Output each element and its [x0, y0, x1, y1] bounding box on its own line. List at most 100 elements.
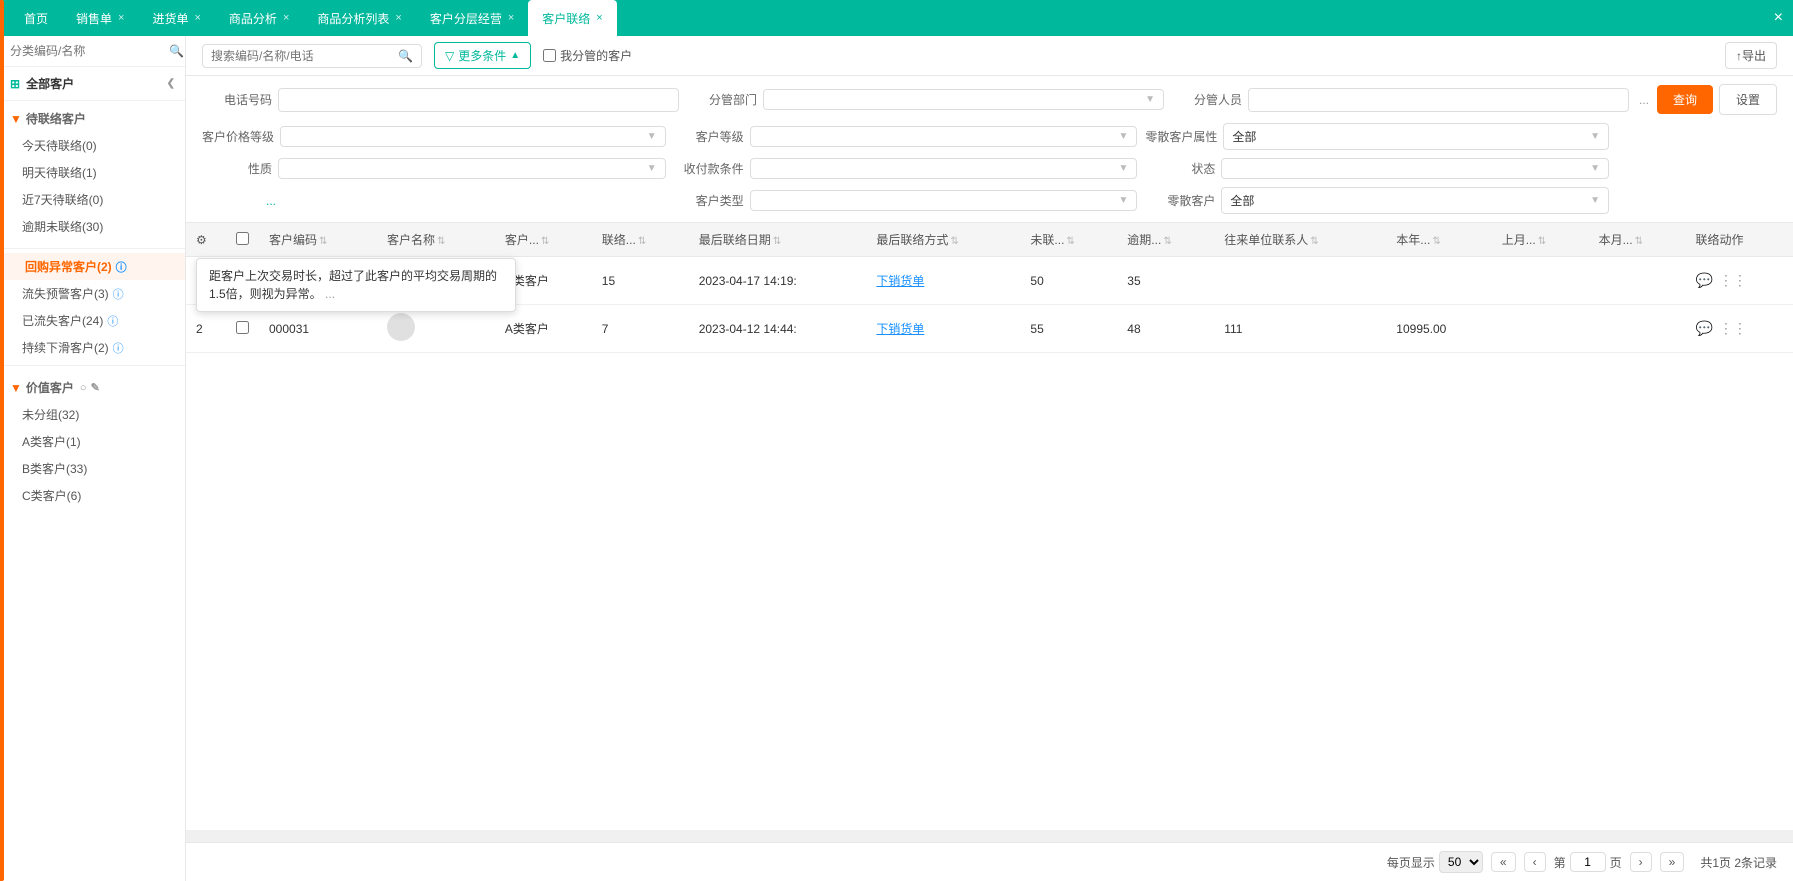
th-last-method[interactable]: 最后联络方式⇅: [866, 223, 1020, 257]
sidebar-item-churned[interactable]: 已流失客户(24) ⓘ: [0, 307, 185, 334]
td-last-method-1[interactable]: 下销货单: [866, 257, 1020, 305]
last-month-sort-icon[interactable]: ⇅: [1538, 236, 1546, 247]
contact-sort-icon[interactable]: ⇅: [638, 236, 646, 247]
overdue-sort-icon[interactable]: ⇅: [1163, 236, 1171, 247]
nav-sales[interactable]: 销售单 ×: [62, 0, 138, 36]
th-check[interactable]: [226, 223, 259, 257]
first-page-button[interactable]: «: [1491, 852, 1516, 872]
valor-edit-icon[interactable]: ○: [80, 382, 87, 394]
query-button[interactable]: 查询: [1657, 85, 1713, 114]
sidebar-item-7days[interactable]: 近7天待联络(0): [0, 186, 185, 213]
my-customers-checkbox[interactable]: [543, 49, 556, 62]
close-purchase-icon[interactable]: ×: [194, 12, 200, 24]
close-product-analysis-icon[interactable]: ×: [283, 12, 289, 24]
declining-info-icon[interactable]: ⓘ: [113, 340, 124, 356]
th-this-year[interactable]: 本年...⇅: [1386, 223, 1491, 257]
price-level-select[interactable]: ▼: [280, 126, 666, 147]
sidebar-item-class-c[interactable]: C类客户(6): [0, 482, 185, 509]
name-sort-icon[interactable]: ⇅: [437, 236, 445, 247]
more-conditions-button[interactable]: ▽ 更多条件 ▲: [434, 42, 531, 69]
last-page-button[interactable]: »: [1660, 852, 1685, 872]
scatter-customer-select[interactable]: 全部 ▼: [1221, 187, 1609, 214]
window-close-button[interactable]: ×: [1774, 9, 1783, 27]
page-number-input[interactable]: [1570, 852, 1606, 872]
close-customer-contact-icon[interactable]: ×: [596, 12, 602, 24]
th-unit-contact[interactable]: 往来单位联系人⇅: [1214, 223, 1386, 257]
action-more-icon-1[interactable]: ⋮⋮: [1719, 272, 1747, 289]
status-select[interactable]: ▼: [1221, 158, 1609, 179]
next-page-button[interactable]: ›: [1630, 852, 1652, 872]
sidebar-item-declining[interactable]: 持续下滑客户(2) ⓘ: [0, 334, 185, 361]
collapse-icon[interactable]: ❮: [167, 78, 175, 89]
action-more-icon-2[interactable]: ⋮⋮: [1719, 320, 1747, 337]
th-settings[interactable]: ⚙: [186, 223, 226, 257]
customer-type-select[interactable]: ▼: [750, 190, 1138, 211]
row4-dots[interactable]: ...: [206, 194, 276, 208]
sidebar-search-bar[interactable]: 🔍: [0, 36, 185, 67]
this-month-sort-icon[interactable]: ⇅: [1635, 236, 1643, 247]
this-year-sort-icon[interactable]: ⇅: [1432, 236, 1440, 247]
valor-group-title[interactable]: ▼ 价值客户 ○ ✎: [0, 374, 185, 401]
filter-search-icon[interactable]: 🔍: [398, 49, 413, 63]
select-all-checkbox[interactable]: [236, 232, 249, 245]
per-page-select[interactable]: 50: [1439, 851, 1483, 873]
customer-level-select[interactable]: ▼: [750, 126, 1138, 147]
close-sales-icon[interactable]: ×: [118, 12, 124, 24]
payment-select[interactable]: ▼: [750, 158, 1138, 179]
tooltip-dots[interactable]: ...: [325, 287, 335, 301]
sidebar-item-overdue[interactable]: 逾期未联络(30): [0, 213, 185, 240]
sidebar-item-today[interactable]: 今天待联络(0): [0, 132, 185, 159]
repurchase-info-icon[interactable]: ⓘ: [116, 259, 127, 275]
action-message-icon-2[interactable]: 💬: [1695, 320, 1712, 337]
valor-settings-icon[interactable]: ✎: [91, 381, 100, 394]
last-date-sort-icon[interactable]: ⇅: [773, 236, 781, 247]
th-contact[interactable]: 联络...⇅: [592, 223, 689, 257]
th-name[interactable]: 客户名称⇅: [377, 223, 495, 257]
th-unread[interactable]: 未联...⇅: [1020, 223, 1117, 257]
search-input[interactable]: [211, 49, 394, 63]
churned-info-icon[interactable]: ⓘ: [107, 313, 118, 329]
sidebar-item-class-a[interactable]: A类客户(1): [0, 428, 185, 455]
sidebar-item-unclassified[interactable]: 未分组(32): [0, 401, 185, 428]
table-settings-icon[interactable]: ⚙: [196, 233, 207, 247]
nav-customer-segments[interactable]: 客户分层经营 ×: [416, 0, 528, 36]
type-sort-icon[interactable]: ⇅: [541, 236, 549, 247]
td-last-method-2[interactable]: 下销货单: [866, 305, 1020, 353]
last-method-sort-icon[interactable]: ⇅: [950, 236, 958, 247]
pending-contact-group-title[interactable]: ▼ 待联络客户: [0, 105, 185, 132]
phone-input[interactable]: [287, 93, 670, 107]
sidebar-item-repurchase-anomaly[interactable]: 回购异常客户(2) ⓘ: [0, 253, 185, 280]
th-overdue[interactable]: 逾期...⇅: [1117, 223, 1214, 257]
sidebar-item-churn-warning[interactable]: 流失预警客户(3) ⓘ: [0, 280, 185, 307]
prev-page-button[interactable]: ‹: [1524, 852, 1546, 872]
manager-input-wrap[interactable]: [1248, 88, 1629, 112]
nav-product-analysis-list[interactable]: 商品分析列表 ×: [303, 0, 415, 36]
action-message-icon-1[interactable]: 💬: [1695, 272, 1712, 289]
horizontal-scrollbar[interactable]: [186, 830, 1793, 842]
export-button[interactable]: ↑ 导出: [1725, 42, 1777, 69]
all-customers-section[interactable]: ⊞ 全部客户 ❮: [0, 67, 185, 101]
nav-product-analysis[interactable]: 商品分析 ×: [215, 0, 303, 36]
nav-purchase[interactable]: 进货单 ×: [138, 0, 214, 36]
th-this-month[interactable]: 本月...⇅: [1589, 223, 1686, 257]
manager-input[interactable]: [1257, 93, 1620, 107]
dept-select[interactable]: ▼: [763, 89, 1164, 110]
row2-checkbox[interactable]: [236, 321, 249, 334]
code-sort-icon[interactable]: ⇅: [319, 236, 327, 247]
sidebar-search-input[interactable]: [10, 44, 165, 58]
scatter-attr-select[interactable]: 全部 ▼: [1223, 123, 1609, 150]
last-method-link-2[interactable]: 下销货单: [876, 322, 924, 336]
close-customer-segments-icon[interactable]: ×: [508, 12, 514, 24]
manager-dots[interactable]: ...: [1639, 93, 1649, 107]
sidebar-search-icon[interactable]: 🔍: [169, 44, 184, 58]
th-type[interactable]: 客户...⇅: [495, 223, 592, 257]
nav-home[interactable]: 首页: [10, 0, 62, 36]
unit-contact-sort-icon[interactable]: ⇅: [1310, 236, 1318, 247]
phone-input-wrap[interactable]: [278, 88, 679, 112]
unread-sort-icon[interactable]: ⇅: [1066, 236, 1074, 247]
sidebar-item-tomorrow[interactable]: 明天待联络(1): [0, 159, 185, 186]
settings-button[interactable]: 设置: [1719, 84, 1777, 115]
th-code[interactable]: 客户编码⇅: [259, 223, 377, 257]
close-product-analysis-list-icon[interactable]: ×: [395, 12, 401, 24]
th-last-month[interactable]: 上月...⇅: [1492, 223, 1589, 257]
